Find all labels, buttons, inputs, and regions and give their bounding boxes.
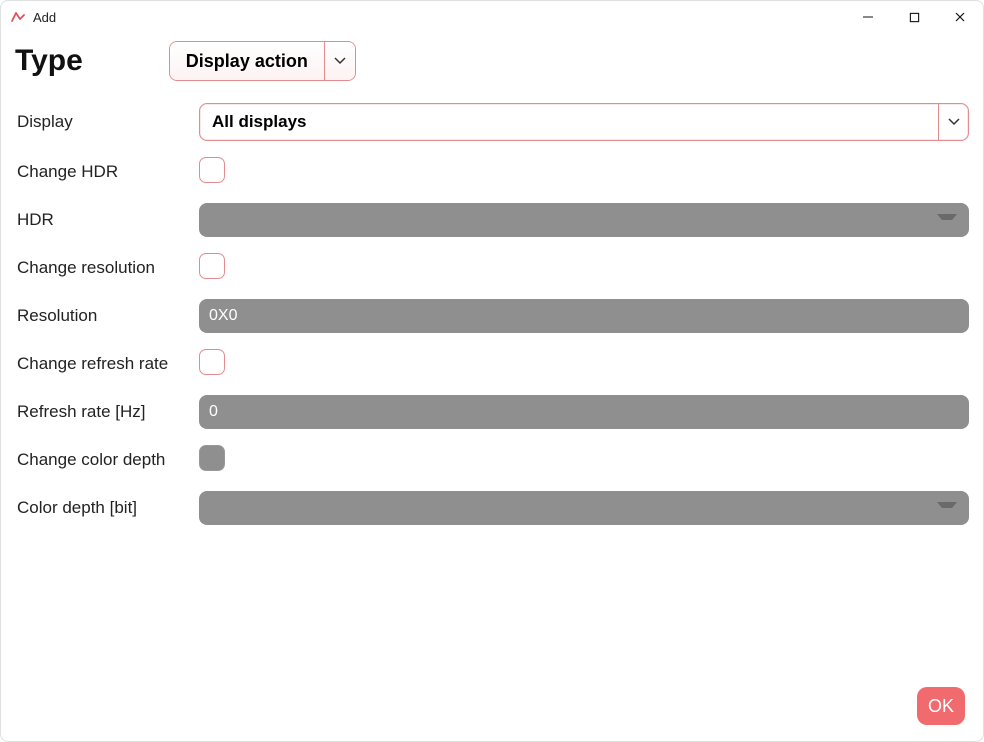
ok-button[interactable]: OK (917, 687, 965, 725)
titlebar: Add (1, 1, 983, 33)
change-refresh-row: Change refresh rate (15, 347, 969, 381)
refresh-field: 0 (199, 395, 969, 429)
change-resolution-checkbox[interactable] (199, 253, 225, 279)
chevron-down-icon (938, 104, 968, 140)
display-row: Display All displays (15, 103, 969, 141)
change-colordepth-checkbox (199, 445, 225, 471)
colordepth-row: Color depth [bit] (15, 491, 969, 525)
resolution-value: 0X0 (209, 307, 237, 325)
change-resolution-row: Change resolution (15, 251, 969, 285)
display-select[interactable]: All displays (199, 103, 969, 141)
resolution-field: 0X0 (199, 299, 969, 333)
type-select-value: Display action (170, 42, 325, 80)
type-select[interactable]: Display action (169, 41, 356, 81)
refresh-row: Refresh rate [Hz] 0 (15, 395, 969, 429)
window-title: Add (33, 10, 56, 25)
colordepth-select (199, 491, 969, 525)
resolution-label: Resolution (15, 306, 199, 326)
change-hdr-label: Change HDR (15, 162, 199, 182)
resolution-row: Resolution 0X0 (15, 299, 969, 333)
type-label: Type (15, 44, 83, 78)
change-resolution-label: Change resolution (15, 258, 199, 278)
maximize-button[interactable] (891, 1, 937, 33)
refresh-value: 0 (209, 403, 218, 421)
close-button[interactable] (937, 1, 983, 33)
app-icon (11, 9, 27, 25)
hdr-select (199, 203, 969, 237)
colordepth-label: Color depth [bit] (15, 498, 199, 518)
hdr-row: HDR (15, 203, 969, 237)
display-label: Display (15, 112, 199, 132)
change-refresh-checkbox[interactable] (199, 349, 225, 375)
change-colordepth-label: Change color depth (15, 450, 199, 470)
refresh-label: Refresh rate [Hz] (15, 402, 199, 422)
content-area: Type Display action Display All displays… (1, 33, 983, 553)
change-refresh-label: Change refresh rate (15, 354, 199, 374)
change-colordepth-row: Change color depth (15, 443, 969, 477)
change-hdr-checkbox[interactable] (199, 157, 225, 183)
minimize-button[interactable] (845, 1, 891, 33)
hdr-label: HDR (15, 210, 199, 230)
type-row: Type Display action (15, 41, 969, 81)
display-select-value: All displays (200, 104, 938, 140)
chevron-down-icon (325, 42, 355, 80)
change-hdr-row: Change HDR (15, 155, 969, 189)
